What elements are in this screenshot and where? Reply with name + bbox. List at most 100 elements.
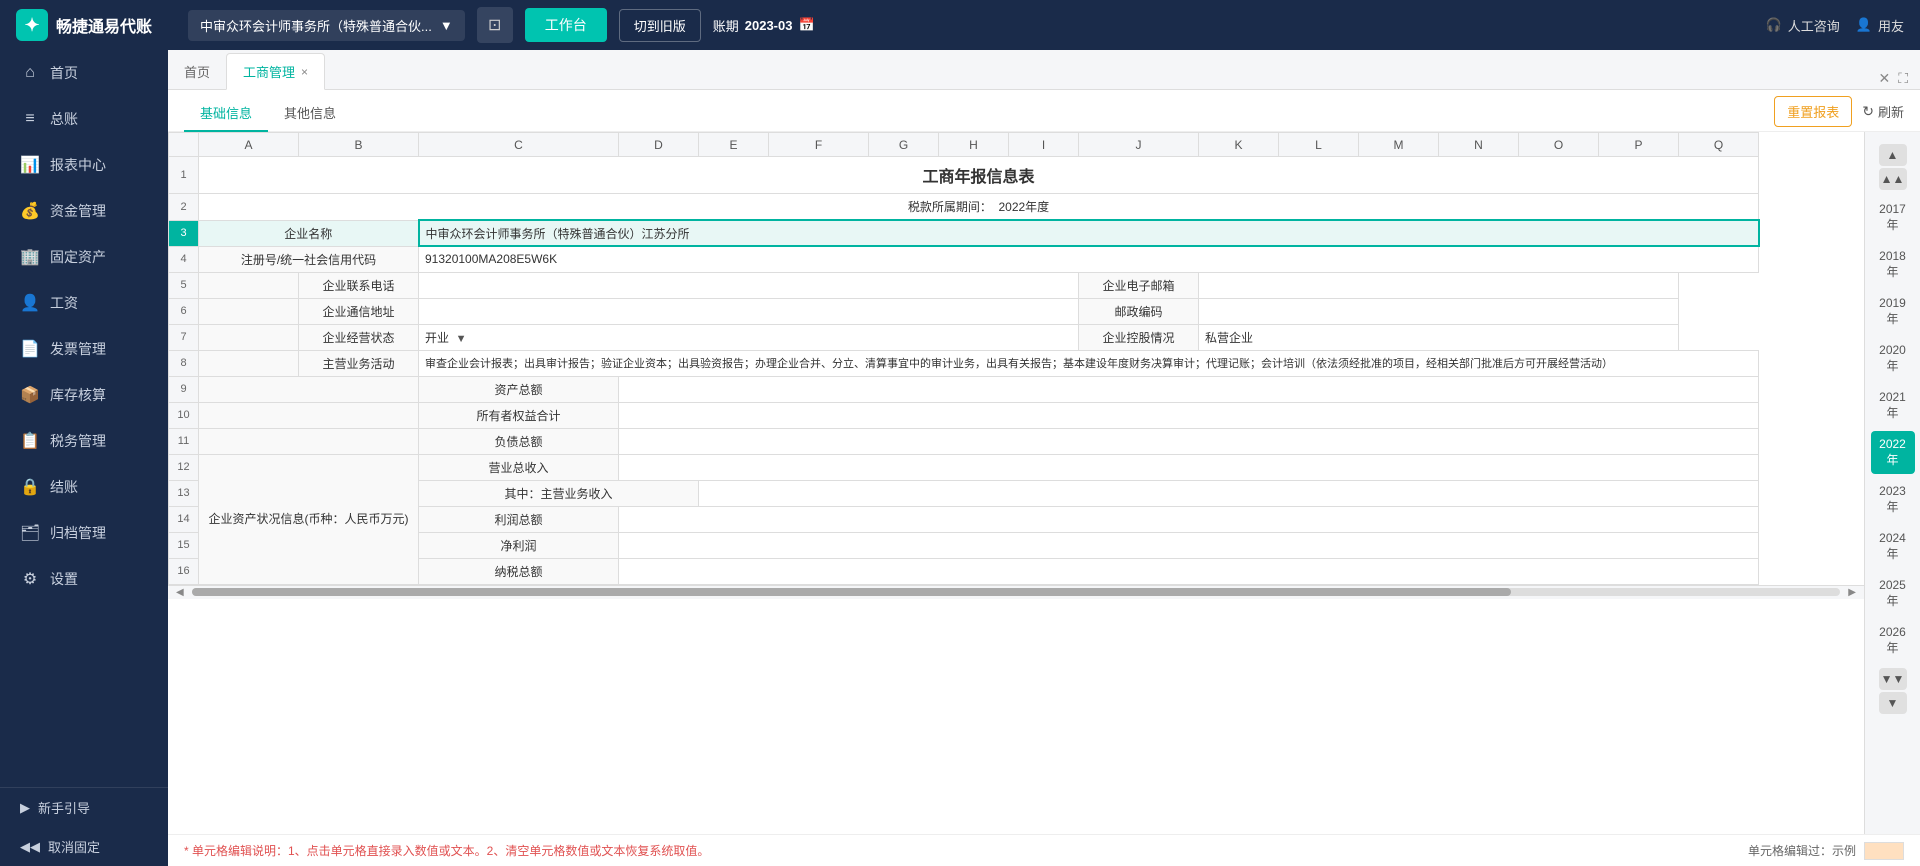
tab-bizmanage[interactable]: 工商管理 × [226, 53, 325, 90]
h-scroll-right-btn[interactable]: ▶ [1844, 587, 1860, 598]
sidebar-label-payroll: 工资 [50, 293, 78, 313]
year-scroll-down2-btn[interactable]: ▼ [1879, 692, 1907, 714]
workbench-button[interactable]: 工作台 [525, 8, 607, 42]
period-cell[interactable]: 税款所属期间： 2022年度 [199, 194, 1759, 221]
window-close-btn[interactable]: ✕ [1878, 70, 1890, 87]
assets-value-cell[interactable] [619, 376, 1759, 402]
empty-11ab [199, 428, 419, 454]
main-revenue-value-cell[interactable] [699, 480, 1759, 506]
phone-value-cell[interactable] [419, 272, 1079, 298]
net-profit-value-cell[interactable] [619, 532, 1759, 558]
table-row: 12 企业资产状况信息(币种：人民币万元) 营业总收入 [169, 454, 1759, 480]
revenue-value-cell[interactable] [619, 454, 1759, 480]
sidebar-label-settings: 设置 [50, 569, 78, 589]
year-item-2018[interactable]: 2018年 [1871, 243, 1915, 286]
table-row: 3 企业名称 中审众环会计师事务所（特殊普通合伙）江苏分所 [169, 220, 1759, 246]
col-header-rn [169, 133, 199, 157]
year-item-2020[interactable]: 2020年 [1871, 337, 1915, 380]
table-title-cell[interactable]: 工商年报信息表 [199, 157, 1759, 194]
year-scroll-up-btn[interactable]: ▲ [1879, 144, 1907, 166]
sub-tab-basic[interactable]: 基础信息 [184, 97, 268, 132]
calendar-icon[interactable]: 📅 [798, 17, 814, 33]
reset-report-button[interactable]: 重置报表 [1774, 96, 1852, 127]
company-selector[interactable]: 中审众环会计师事务所（特殊普通合伙... ▼ [188, 10, 465, 41]
sidebar-bottom: ▶ 新手引导 ◀◀ 取消固定 [0, 787, 168, 866]
window-maximize-btn[interactable]: ⛶ [1898, 70, 1908, 87]
refresh-button[interactable]: ↻ 刷新 [1862, 102, 1904, 121]
address-value-cell[interactable] [419, 298, 1079, 324]
h-scroll-thumb[interactable] [192, 588, 1511, 596]
address-label-cell: 企业通信地址 [299, 298, 419, 324]
year-item-2023[interactable]: 2023年 [1871, 478, 1915, 521]
old-version-button[interactable]: 切到旧版 [619, 9, 701, 42]
new-guide-btn[interactable]: ▶ 新手引导 [0, 788, 168, 827]
sidebar-item-closing[interactable]: 🔒 结账 [0, 464, 168, 510]
year-item-2017[interactable]: 2017年 [1871, 196, 1915, 239]
tab-close-btn[interactable]: × [301, 65, 308, 79]
equity-value-cell[interactable] [619, 402, 1759, 428]
profit-value-cell[interactable] [619, 506, 1759, 532]
bottom-hint: * 单元格编辑说明：1、点击单元格直接录入数值或文本。2、清空单元格数值或文本恢… [184, 842, 709, 859]
user-btn[interactable]: 👤 用友 [1856, 16, 1904, 35]
status-value-cell[interactable]: 开业 ▼ [419, 324, 1079, 350]
sidebar-item-payroll[interactable]: 👤 工资 [0, 280, 168, 326]
sidebar-item-settings[interactable]: ⚙ 设置 [0, 556, 168, 602]
unpin-btn[interactable]: ◀◀ 取消固定 [0, 827, 168, 866]
asset-status-label-cell: 企业资产状况信息(币种：人民币万元) [199, 454, 419, 584]
spreadsheet-year-wrapper: A B C D E F G H I J K L M [168, 132, 1920, 834]
inventory-icon: 📦 [20, 385, 40, 405]
year-item-2019[interactable]: 2019年 [1871, 290, 1915, 333]
year-scroll-up2-btn[interactable]: ▲▲ [1879, 168, 1907, 190]
ledger-icon: ≡ [20, 110, 40, 128]
service-btn[interactable]: 🎧 人工咨询 [1766, 16, 1840, 35]
sidebar-item-capital[interactable]: 💰 资金管理 [0, 188, 168, 234]
spreadsheet-container[interactable]: A B C D E F G H I J K L M [168, 132, 1864, 834]
ownership-value-cell[interactable]: 私营企业 [1199, 324, 1679, 350]
col-header-d: D [619, 133, 699, 157]
year-item-2021[interactable]: 2021年 [1871, 384, 1915, 427]
tax-value-cell[interactable] [619, 558, 1759, 584]
col-header-p: P [1599, 133, 1679, 157]
logo-icon: ✦ [16, 9, 48, 41]
sidebar: ⌂ 首页 ≡ 总账 📊 报表中心 💰 资金管理 🏢 固定资产 👤 工资 📄 发票… [0, 50, 168, 866]
unpin-label: 取消固定 [48, 837, 100, 856]
copy-icon-btn[interactable]: ⊡ [477, 7, 513, 43]
sidebar-label-assets: 固定资产 [50, 247, 106, 267]
year-item-2024[interactable]: 2024年 [1871, 525, 1915, 568]
ownership-label-cell: 企业控股情况 [1079, 324, 1199, 350]
bottom-right: 单元格编辑过：示例 [1748, 842, 1904, 860]
refresh-label: 刷新 [1878, 102, 1904, 121]
sidebar-item-tax[interactable]: 📋 税务管理 [0, 418, 168, 464]
col-header-h: H [939, 133, 1009, 157]
sidebar-item-home[interactable]: ⌂ 首页 [0, 50, 168, 96]
sidebar-item-general-ledger[interactable]: ≡ 总账 [0, 96, 168, 142]
tab-home[interactable]: 首页 [168, 54, 226, 89]
row-num-12: 12 [169, 454, 199, 480]
postcode-value-cell[interactable] [1199, 298, 1679, 324]
empty-8a [199, 350, 299, 376]
sub-tab-other[interactable]: 其他信息 [268, 97, 352, 132]
year-scroll-down-btn[interactable]: ▼▼ [1879, 668, 1907, 690]
postcode-label-cell: 邮政编码 [1079, 298, 1199, 324]
sidebar-item-archive[interactable]: 🗂 归档管理 [0, 510, 168, 556]
sidebar-item-report-center[interactable]: 📊 报表中心 [0, 142, 168, 188]
sidebar-label-ledger: 总账 [50, 109, 78, 129]
sidebar-item-invoice[interactable]: 📄 发票管理 [0, 326, 168, 372]
business-value-cell[interactable]: 审查企业会计报表；出具审计报告；验证企业资本；出具验资报告；办理企业合并、分立、… [419, 350, 1759, 376]
year-item-2026[interactable]: 2026年 [1871, 619, 1915, 662]
row-num-14: 14 [169, 506, 199, 532]
liabilities-value-cell[interactable] [619, 428, 1759, 454]
sidebar-item-fixed-assets[interactable]: 🏢 固定资产 [0, 234, 168, 280]
year-item-2025[interactable]: 2025年 [1871, 572, 1915, 615]
reg-num-value-cell[interactable]: 91320100MA208E5W6K [419, 246, 1759, 272]
row-num-4: 4 [169, 246, 199, 272]
h-scroll-track[interactable] [192, 588, 1841, 596]
email-value-cell[interactable] [1199, 272, 1679, 298]
sample-label: 单元格编辑过：示例 [1748, 842, 1856, 859]
sub-tab-other-label: 其他信息 [284, 106, 336, 121]
year-item-2022[interactable]: 2022年 [1871, 431, 1915, 474]
sidebar-item-inventory[interactable]: 📦 库存核算 [0, 372, 168, 418]
company-name-value-cell[interactable]: 中审众环会计师事务所（特殊普通合伙）江苏分所 [419, 220, 1759, 246]
action-btns: 重置报表 ↻ 刷新 [1774, 96, 1904, 131]
h-scroll-left-btn[interactable]: ◀ [172, 587, 188, 598]
